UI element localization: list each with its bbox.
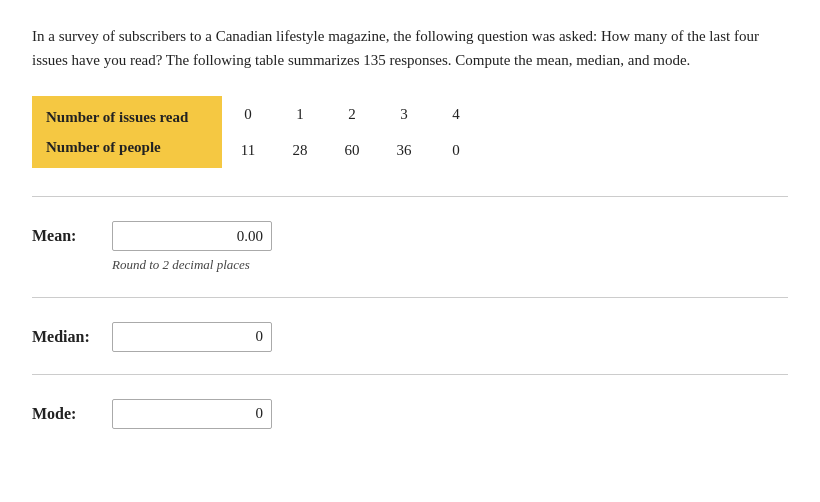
mode-label: Mode: (32, 402, 112, 426)
col3-header: 3 (378, 99, 430, 129)
median-section: Median: (32, 312, 788, 366)
median-label: Median: (32, 325, 112, 349)
col1-value: 28 (274, 135, 326, 165)
col4-header: 4 (430, 99, 482, 129)
col4-value: 0 (430, 135, 482, 165)
col0-value: 11 (222, 135, 274, 165)
col2-header: 2 (326, 99, 378, 129)
median-input[interactable] (112, 322, 272, 352)
table-values-row: 11 28 60 36 0 (222, 132, 482, 168)
mode-row: Mode: (32, 399, 788, 429)
col3-value: 36 (378, 135, 430, 165)
col1-header: 1 (274, 99, 326, 129)
table-header-column: Number of issues read Number of people (32, 96, 222, 168)
col2-value: 60 (326, 135, 378, 165)
row1-label: Number of issues read (46, 102, 208, 132)
mean-label: Mean: (32, 224, 112, 248)
table-headers-row: 0 1 2 3 4 (222, 96, 482, 132)
divider-top (32, 196, 788, 197)
round-note: Round to 2 decimal places (112, 255, 788, 275)
mean-row: Mean: (32, 221, 788, 251)
row2-label: Number of people (46, 132, 208, 162)
data-table: Number of issues read Number of people 0… (32, 96, 788, 168)
divider-mean-median (32, 297, 788, 298)
mode-input[interactable] (112, 399, 272, 429)
median-row: Median: (32, 322, 788, 352)
table-data-values: 0 1 2 3 4 11 28 60 36 0 (222, 96, 482, 168)
mode-section: Mode: (32, 389, 788, 443)
divider-median-mode (32, 374, 788, 375)
mean-input[interactable] (112, 221, 272, 251)
mean-section: Mean: Round to 2 decimal places (32, 207, 788, 289)
col0-header: 0 (222, 99, 274, 129)
question-text: In a survey of subscribers to a Canadian… (32, 24, 788, 72)
